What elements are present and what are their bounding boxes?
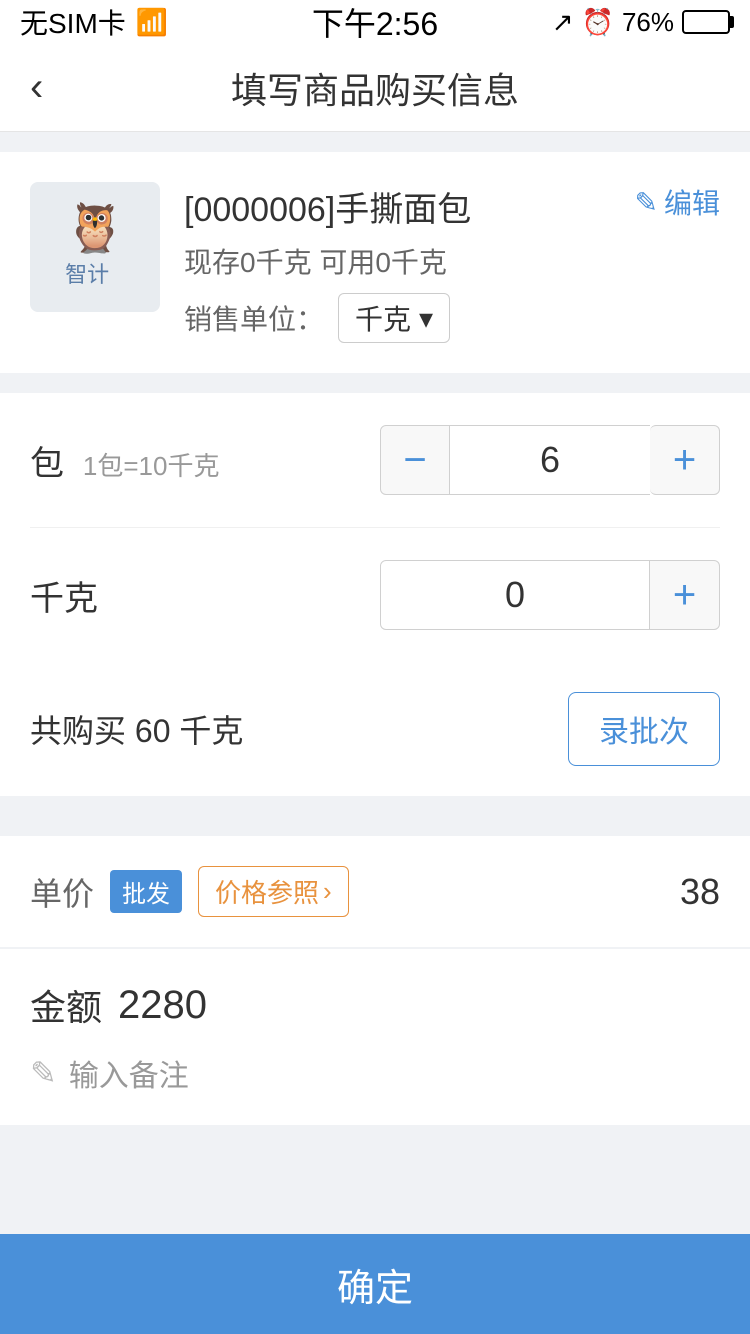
pack-decrement-button[interactable]: −: [380, 425, 450, 495]
confirm-footer[interactable]: 确定: [0, 1234, 750, 1334]
pack-increment-button[interactable]: +: [650, 425, 720, 495]
product-card: 🦉 智计 [0000006]手撕面包 现存0千克 可用0千克 销售单位： 千克 …: [0, 152, 750, 373]
amount-value: 2280: [118, 983, 207, 1028]
amount-row: 金额 2280: [30, 979, 720, 1031]
summary-text: 共购买 60 千克: [30, 706, 243, 752]
price-section: 单价 批发 价格参照 › 38: [0, 836, 750, 947]
carrier-text: 无SIM卡: [20, 2, 126, 42]
confirm-button[interactable]: 确定: [337, 1257, 413, 1312]
price-value: 38: [680, 871, 720, 913]
nav-bar: ‹ 填写商品购买信息: [0, 44, 750, 132]
edit-icon: ✎: [635, 186, 658, 219]
edit-button[interactable]: ✎ 编辑: [635, 182, 720, 222]
note-label: 输入备注: [69, 1051, 189, 1095]
kg-stepper: +: [380, 560, 720, 630]
product-logo-text: 智计: [65, 257, 125, 289]
kg-increment-button[interactable]: +: [650, 560, 720, 630]
alarm-icon: ⏰: [582, 7, 614, 38]
status-bar: 无SIM卡 📶 下午2:56 ↗ ⏰ 76%: [0, 0, 750, 44]
price-label: 单价: [30, 869, 94, 915]
wifi-icon: 📶: [136, 7, 168, 38]
pack-input-row: 包 1包=10千克 − +: [30, 393, 720, 528]
price-type-badge: 批发: [110, 870, 182, 913]
price-reference-button[interactable]: 价格参照 ›: [198, 866, 349, 917]
price-row: 单价 批发 价格参照 › 38: [30, 866, 720, 917]
product-logo: 🦉: [65, 205, 125, 253]
price-ref-arrow-icon: ›: [323, 876, 332, 907]
battery-icon: [682, 10, 730, 34]
battery-percent: 76%: [622, 7, 674, 38]
amount-label: 金额: [30, 979, 102, 1031]
unit-label: 销售单位：: [184, 298, 324, 338]
amount-section: 金额 2280 ✎ 输入备注: [0, 949, 750, 1125]
back-button[interactable]: ‹: [30, 65, 43, 110]
kg-label: 千克: [30, 580, 98, 618]
unit-value: 千克: [355, 298, 411, 338]
status-time: 下午2:56: [312, 0, 438, 45]
product-image: 🦉 智计: [30, 182, 160, 312]
note-input-row[interactable]: ✎ 输入备注: [30, 1051, 720, 1095]
location-icon: ↗: [552, 7, 574, 38]
kg-label-group: 千克: [30, 571, 98, 620]
kg-input-row: 千克 +: [30, 528, 720, 662]
summary-row: 共购买 60 千克 录批次: [0, 662, 750, 796]
section-divider-1: [0, 373, 750, 393]
kg-input[interactable]: [380, 560, 650, 630]
product-unit: 销售单位： 千克 ▾: [184, 293, 720, 343]
edit-label: 编辑: [664, 182, 720, 222]
section-divider-2: [0, 796, 750, 816]
pack-stepper: − +: [380, 425, 720, 495]
note-edit-icon: ✎: [30, 1054, 57, 1092]
unit-selector[interactable]: 千克 ▾: [338, 293, 450, 343]
pack-sublabel: 1包=10千克: [83, 451, 220, 481]
pack-input[interactable]: [450, 425, 650, 495]
unit-dropdown-icon: ▾: [419, 302, 433, 335]
pack-label-group: 包 1包=10千克: [30, 436, 219, 485]
input-section: 包 1包=10千克 − + 千克 +: [0, 393, 750, 662]
product-stock: 现存0千克 可用0千克: [184, 241, 720, 281]
record-batch-button[interactable]: 录批次: [568, 692, 720, 766]
pack-label: 包: [30, 445, 64, 483]
price-ref-label: 价格参照: [215, 873, 319, 910]
page-title: 填写商品购买信息: [231, 62, 519, 114]
